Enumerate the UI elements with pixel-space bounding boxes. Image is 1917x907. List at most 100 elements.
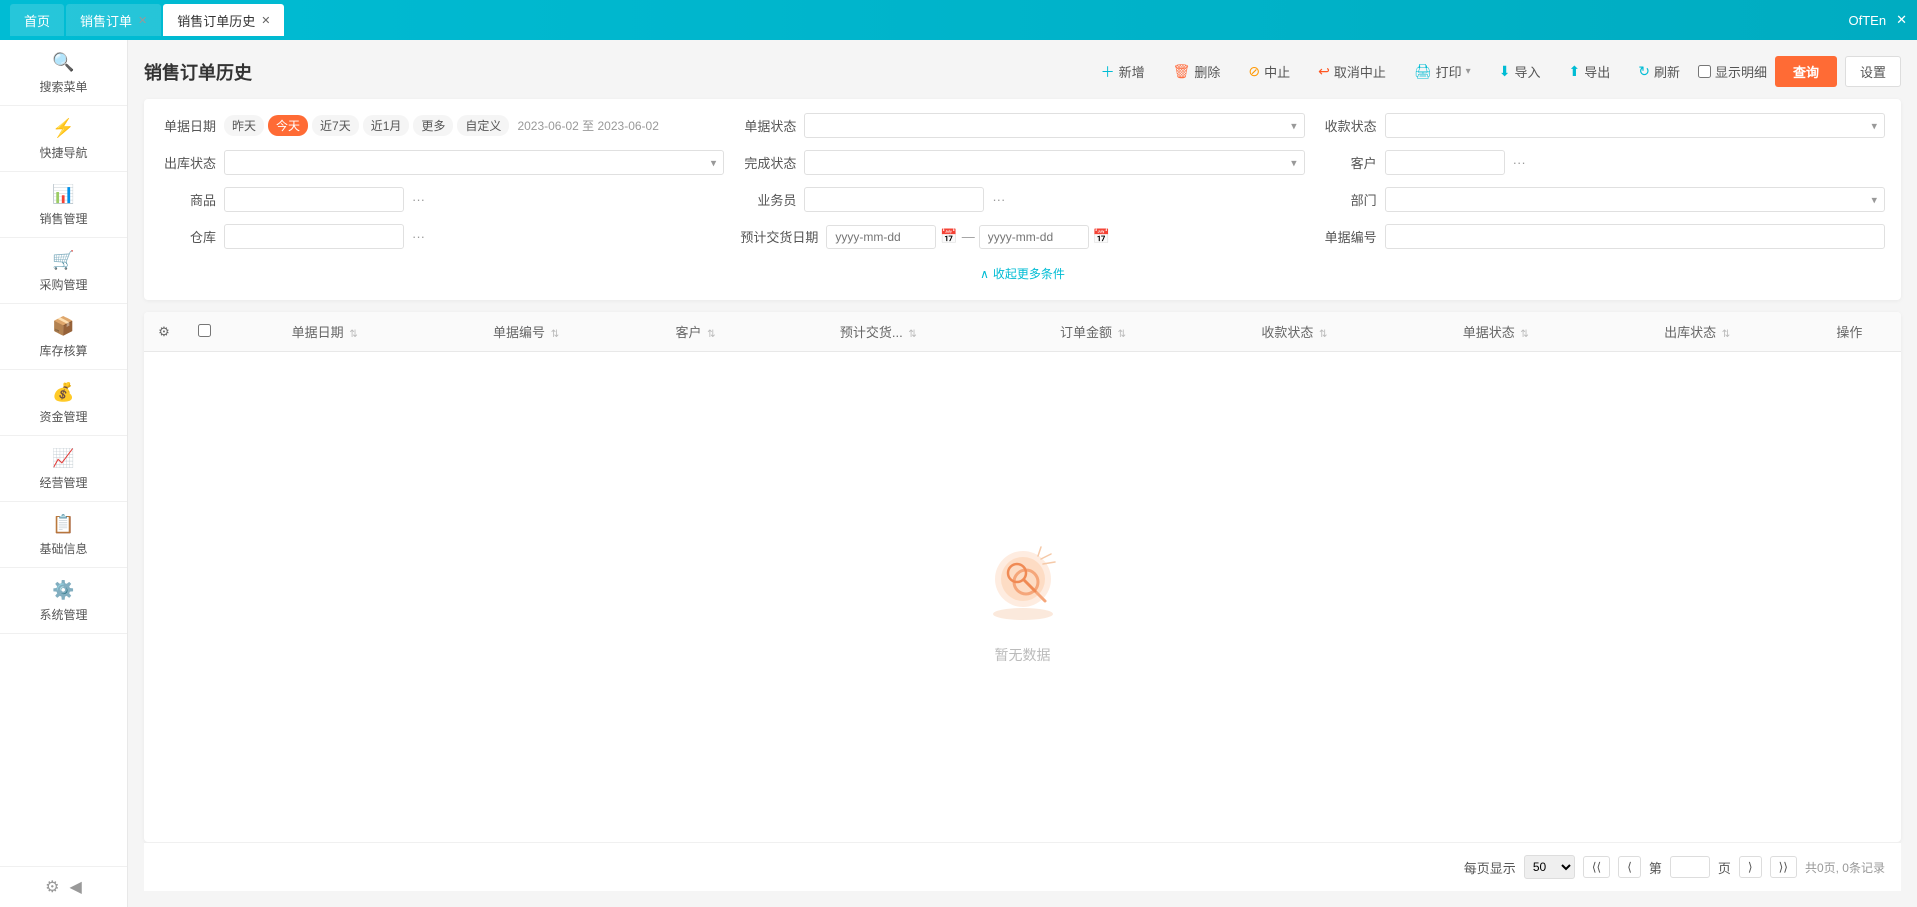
payment-status-select-wrapper bbox=[1385, 113, 1885, 138]
goods-ellipsis[interactable]: ··· bbox=[412, 192, 425, 207]
goods-label: 商品 bbox=[160, 190, 216, 209]
sidebar-item-finance[interactable]: 💰 资金管理 bbox=[0, 370, 127, 436]
sidebar-item-search-menu[interactable]: 🔍 搜索菜单 bbox=[0, 40, 127, 106]
delivery-date-end-input[interactable] bbox=[979, 225, 1089, 249]
goods-input[interactable] bbox=[224, 187, 404, 212]
total-text: 共0页, 0条记录 bbox=[1805, 859, 1885, 876]
sidebar-item-sales-mgmt[interactable]: 📊 销售管理 bbox=[0, 172, 127, 238]
col-amount[interactable]: 订单金额 ⇅ bbox=[992, 312, 1193, 352]
col-delivery-status[interactable]: 出库状态 ⇅ bbox=[1596, 312, 1797, 352]
warehouse-ellipsis[interactable]: ··· bbox=[412, 229, 425, 244]
sidebar-collapse-icon[interactable]: ◀ bbox=[70, 877, 82, 897]
refresh-button[interactable]: ↻ 刷新 bbox=[1628, 57, 1690, 86]
sidebar-item-system-mgmt[interactable]: ⚙️ 系统管理 bbox=[0, 568, 127, 634]
import-button[interactable]: ⬇ 导入 bbox=[1489, 57, 1551, 86]
salesperson-ellipsis[interactable]: ··· bbox=[992, 192, 1005, 207]
tab-sales-order[interactable]: 销售订单 ✕ bbox=[66, 4, 161, 36]
print-dropdown-icon[interactable]: ▾ bbox=[1466, 66, 1471, 77]
col-delivery-date-sort[interactable]: ⇅ bbox=[908, 329, 916, 340]
col-number-sort[interactable]: ⇅ bbox=[551, 329, 559, 340]
col-number[interactable]: 单据编号 ⇅ bbox=[425, 312, 626, 352]
date-tag-1month[interactable]: 近1月 bbox=[363, 115, 410, 136]
col-amount-sort[interactable]: ⇅ bbox=[1118, 329, 1126, 340]
table-select-all[interactable] bbox=[198, 324, 211, 337]
first-page-button[interactable]: ⟨⟨ bbox=[1583, 856, 1610, 878]
date-tag-7days[interactable]: 近7天 bbox=[312, 115, 359, 136]
department-select[interactable] bbox=[1385, 187, 1885, 212]
col-customer-label: 客户 bbox=[676, 325, 702, 340]
page-number-input[interactable]: 1 bbox=[1670, 856, 1710, 878]
customer-input[interactable] bbox=[1385, 150, 1505, 175]
col-order-status-label: 单据状态 bbox=[1463, 325, 1515, 340]
tab-sales-order-history-close[interactable]: ✕ bbox=[261, 14, 270, 27]
topbar-close-icon[interactable]: ✕ bbox=[1896, 12, 1907, 28]
date-tag-more[interactable]: 更多 bbox=[413, 115, 453, 136]
filter-delivery-status: 出库状态 bbox=[160, 150, 724, 175]
next-page-button[interactable]: ⟩ bbox=[1739, 856, 1762, 878]
table-header: ⚙ 单据日期 ⇅ 单据编号 ⇅ 客户 ⇅ bbox=[144, 312, 1901, 352]
col-delivery-date[interactable]: 预计交货... ⇅ bbox=[764, 312, 992, 352]
col-order-status-sort[interactable]: ⇅ bbox=[1520, 329, 1528, 340]
order-number-input[interactable] bbox=[1385, 224, 1885, 249]
export-button[interactable]: ⬆ 导出 bbox=[1558, 57, 1620, 86]
tab-sales-order-close[interactable]: ✕ bbox=[138, 14, 147, 27]
delivery-date-start-calendar[interactable]: 📅 bbox=[940, 228, 957, 245]
table-settings-th[interactable]: ⚙ bbox=[144, 312, 184, 352]
tab-home[interactable]: 首页 bbox=[10, 4, 64, 36]
date-tag-yesterday[interactable]: 昨天 bbox=[224, 115, 264, 136]
prev-page-button[interactable]: ⟨ bbox=[1618, 856, 1641, 878]
show-detail-checkbox[interactable] bbox=[1698, 65, 1711, 78]
delivery-date-end-calendar[interactable]: 📅 bbox=[1093, 228, 1110, 245]
new-button[interactable]: ＋ 新增 bbox=[1091, 57, 1155, 87]
sidebar-item-purchase-mgmt-label: 采购管理 bbox=[39, 276, 87, 293]
show-detail-checkbox-label[interactable]: 显示明细 bbox=[1698, 62, 1767, 81]
sidebar-item-operations[interactable]: 📈 经营管理 bbox=[0, 436, 127, 502]
print-button[interactable]: 🖨 打印 ▾ bbox=[1404, 57, 1481, 86]
date-tag-custom[interactable]: 自定义 bbox=[457, 115, 509, 136]
sidebar-item-quick-nav[interactable]: ⚡ 快捷导航 bbox=[0, 106, 127, 172]
print-icon: 🖨 bbox=[1414, 63, 1432, 80]
sidebar-item-basic-info[interactable]: 📋 基础信息 bbox=[0, 502, 127, 568]
query-button[interactable]: 查询 bbox=[1775, 56, 1837, 87]
sidebar-item-finance-label: 资金管理 bbox=[39, 408, 87, 425]
salesperson-input[interactable] bbox=[804, 187, 984, 212]
last-page-button[interactable]: ⟩⟩ bbox=[1770, 856, 1797, 878]
table-checkbox-th[interactable] bbox=[184, 312, 224, 352]
col-order-status[interactable]: 单据状态 ⇅ bbox=[1395, 312, 1596, 352]
date-control: 昨天 今天 近7天 近1月 更多 自定义 2023-06-02 至 2023-0… bbox=[224, 115, 724, 136]
payment-status-select[interactable] bbox=[1385, 113, 1885, 138]
col-payment-status-sort[interactable]: ⇅ bbox=[1319, 329, 1327, 340]
collapse-row[interactable]: ∧ 收起更多条件 bbox=[160, 261, 1885, 286]
col-payment-status[interactable]: 收款状态 ⇅ bbox=[1194, 312, 1395, 352]
col-customer[interactable]: 客户 ⇅ bbox=[627, 312, 765, 352]
cancel-button[interactable]: ↩ 取消中止 bbox=[1308, 57, 1396, 86]
stop-button[interactable]: ⊘ 中止 bbox=[1238, 57, 1300, 86]
col-customer-sort[interactable]: ⇅ bbox=[707, 329, 715, 340]
tab-sales-order-history[interactable]: 销售订单历史 ✕ bbox=[163, 4, 284, 36]
complete-status-select[interactable] bbox=[804, 150, 1304, 175]
delivery-status-select[interactable] bbox=[224, 150, 724, 175]
sidebar-item-inventory[interactable]: 📦 库存核算 bbox=[0, 304, 127, 370]
collapse-icon: ∧ bbox=[980, 267, 989, 281]
delete-button[interactable]: 🗑 删除 bbox=[1163, 57, 1231, 86]
col-delivery-status-sort[interactable]: ⇅ bbox=[1722, 329, 1730, 340]
warehouse-input[interactable] bbox=[224, 224, 404, 249]
col-delivery-date-label: 预计交货... bbox=[840, 325, 903, 340]
delivery-status-label: 出库状态 bbox=[160, 153, 216, 172]
col-date-sort[interactable]: ⇅ bbox=[349, 329, 357, 340]
print-label: 打印 bbox=[1436, 62, 1462, 81]
col-date[interactable]: 单据日期 ⇅ bbox=[224, 312, 425, 352]
order-status-select[interactable] bbox=[804, 113, 1304, 138]
department-select-wrapper bbox=[1385, 187, 1885, 212]
department-label: 部门 bbox=[1321, 190, 1377, 209]
delivery-date-start-input[interactable] bbox=[826, 225, 936, 249]
customer-ellipsis[interactable]: ··· bbox=[1513, 155, 1526, 170]
data-table: ⚙ 单据日期 ⇅ 单据编号 ⇅ 客户 ⇅ bbox=[144, 312, 1901, 352]
collapse-label: 收起更多条件 bbox=[993, 265, 1065, 282]
order-status-select-wrapper bbox=[804, 113, 1304, 138]
setting-button[interactable]: 设置 bbox=[1845, 56, 1901, 87]
sidebar-settings-icon[interactable]: ⚙ bbox=[45, 877, 59, 897]
date-tag-today[interactable]: 今天 bbox=[268, 115, 308, 136]
sidebar-item-purchase-mgmt[interactable]: 🛒 采购管理 bbox=[0, 238, 127, 304]
page-size-select[interactable]: 50 10 20 100 bbox=[1524, 855, 1575, 879]
